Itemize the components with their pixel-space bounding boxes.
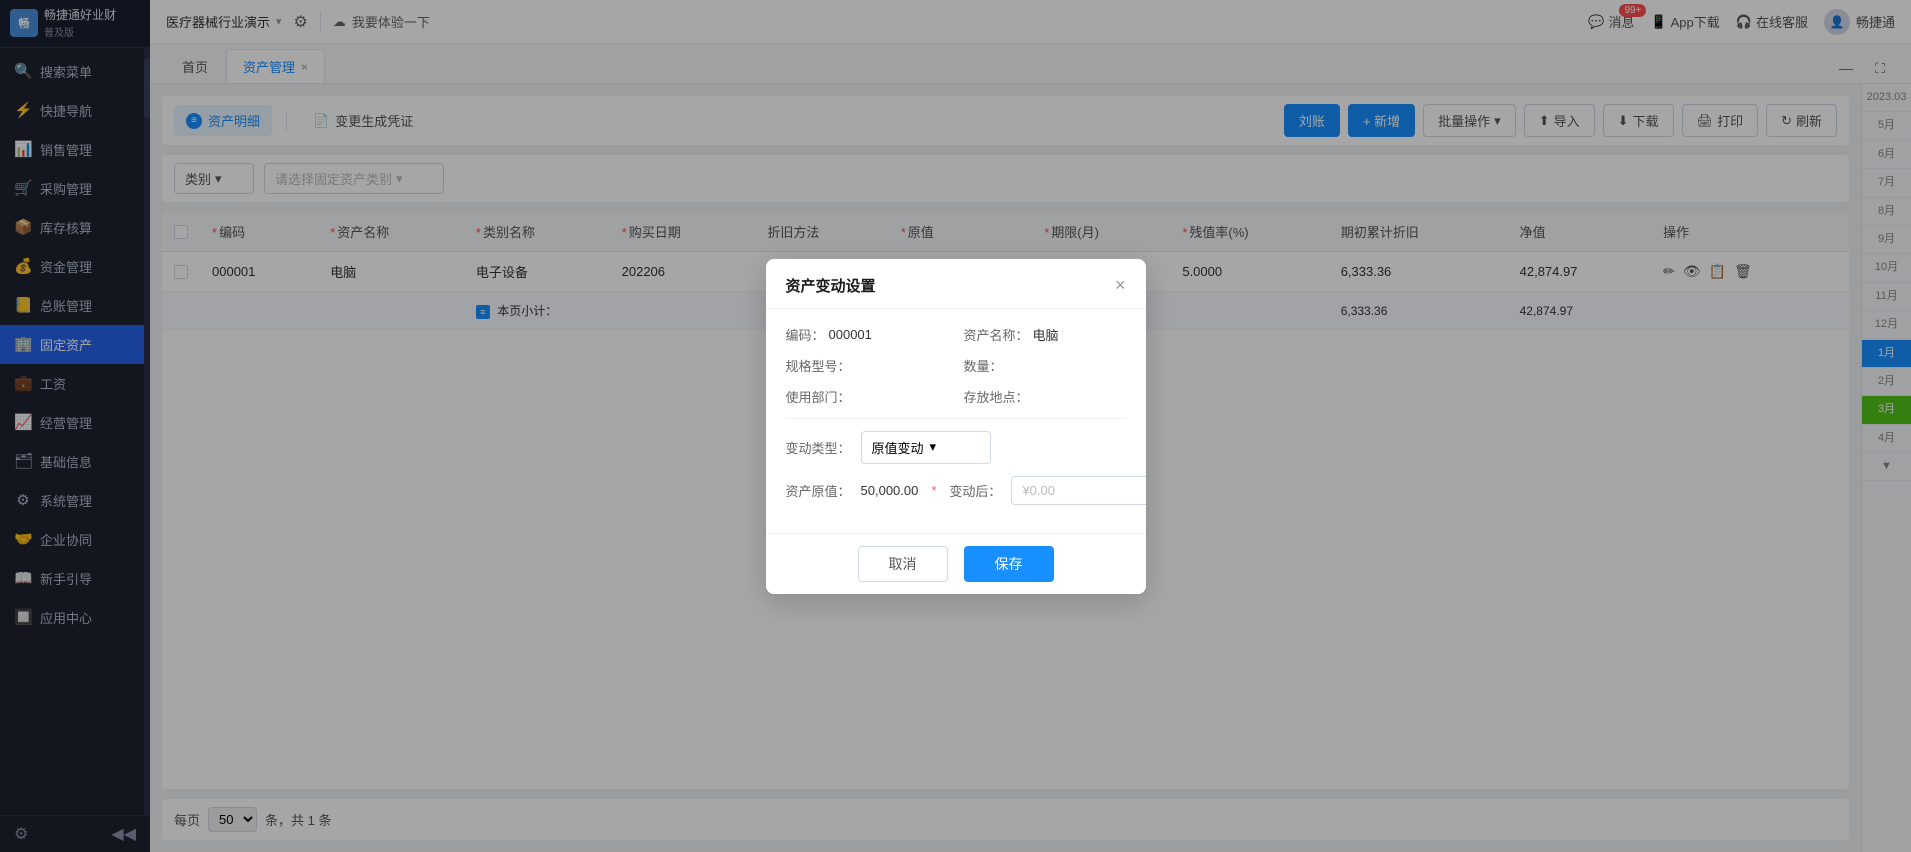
dialog-field-code: 编码： 000001 <box>786 325 948 344</box>
asset-value-label: 资产原值： <box>786 481 851 500</box>
dialog-title: 资产变动设置 <box>786 275 876 296</box>
asset-change-dialog: 资产变动设置 × 编码： 000001 资产名称： 电脑 规格型号： <box>766 259 1146 594</box>
dialog-close-button[interactable]: × <box>1115 275 1126 296</box>
asset-value-value: 50,000.00 <box>861 483 919 498</box>
required-mark: * <box>931 483 936 498</box>
dept-label: 使用部门： <box>786 387 851 406</box>
change-type-value: 原值变动 <box>872 438 924 457</box>
dialog-field-dept: 使用部门： <box>786 387 948 406</box>
dialog-body: 编码： 000001 资产名称： 电脑 规格型号： 数量： <box>766 309 1146 533</box>
change-type-arrow-icon: ▾ <box>930 439 937 455</box>
quantity-label: 数量： <box>964 356 1003 375</box>
dialog-row-3: 使用部门： 存放地点： <box>786 387 1126 406</box>
spec-label: 规格型号： <box>786 356 851 375</box>
change-type-select[interactable]: 原值变动 ▾ <box>861 431 991 464</box>
code-label: 编码： <box>786 325 825 344</box>
dialog-divider <box>786 418 1126 419</box>
asset-name-value: 电脑 <box>1033 325 1059 344</box>
asset-name-label: 资产名称： <box>964 325 1029 344</box>
cancel-button[interactable]: 取消 <box>858 546 948 582</box>
after-value-input[interactable] <box>1011 476 1145 505</box>
dialog-row-2: 规格型号： 数量： <box>786 356 1126 375</box>
change-type-label: 变动类型： <box>786 438 851 457</box>
dialog-row-1: 编码： 000001 资产名称： 电脑 <box>786 325 1126 344</box>
dialog-field-location: 存放地点： <box>964 387 1126 406</box>
dialog-field-spec: 规格型号： <box>786 356 948 375</box>
dialog-header: 资产变动设置 × <box>766 259 1146 309</box>
dialog-change-type-row: 变动类型： 原值变动 ▾ <box>786 431 1126 464</box>
save-button[interactable]: 保存 <box>964 546 1054 582</box>
dialog-field-asset-name: 资产名称： 电脑 <box>964 325 1126 344</box>
dialog-field-quantity: 数量： <box>964 356 1126 375</box>
dialog-overlay: 资产变动设置 × 编码： 000001 资产名称： 电脑 规格型号： <box>0 0 1911 852</box>
after-label: 变动后： <box>949 481 1001 500</box>
code-value: 000001 <box>829 327 872 342</box>
dialog-value-row: 资产原值： 50,000.00 * 变动后： <box>786 476 1126 505</box>
location-label: 存放地点： <box>964 387 1029 406</box>
dialog-footer: 取消 保存 <box>766 533 1146 594</box>
